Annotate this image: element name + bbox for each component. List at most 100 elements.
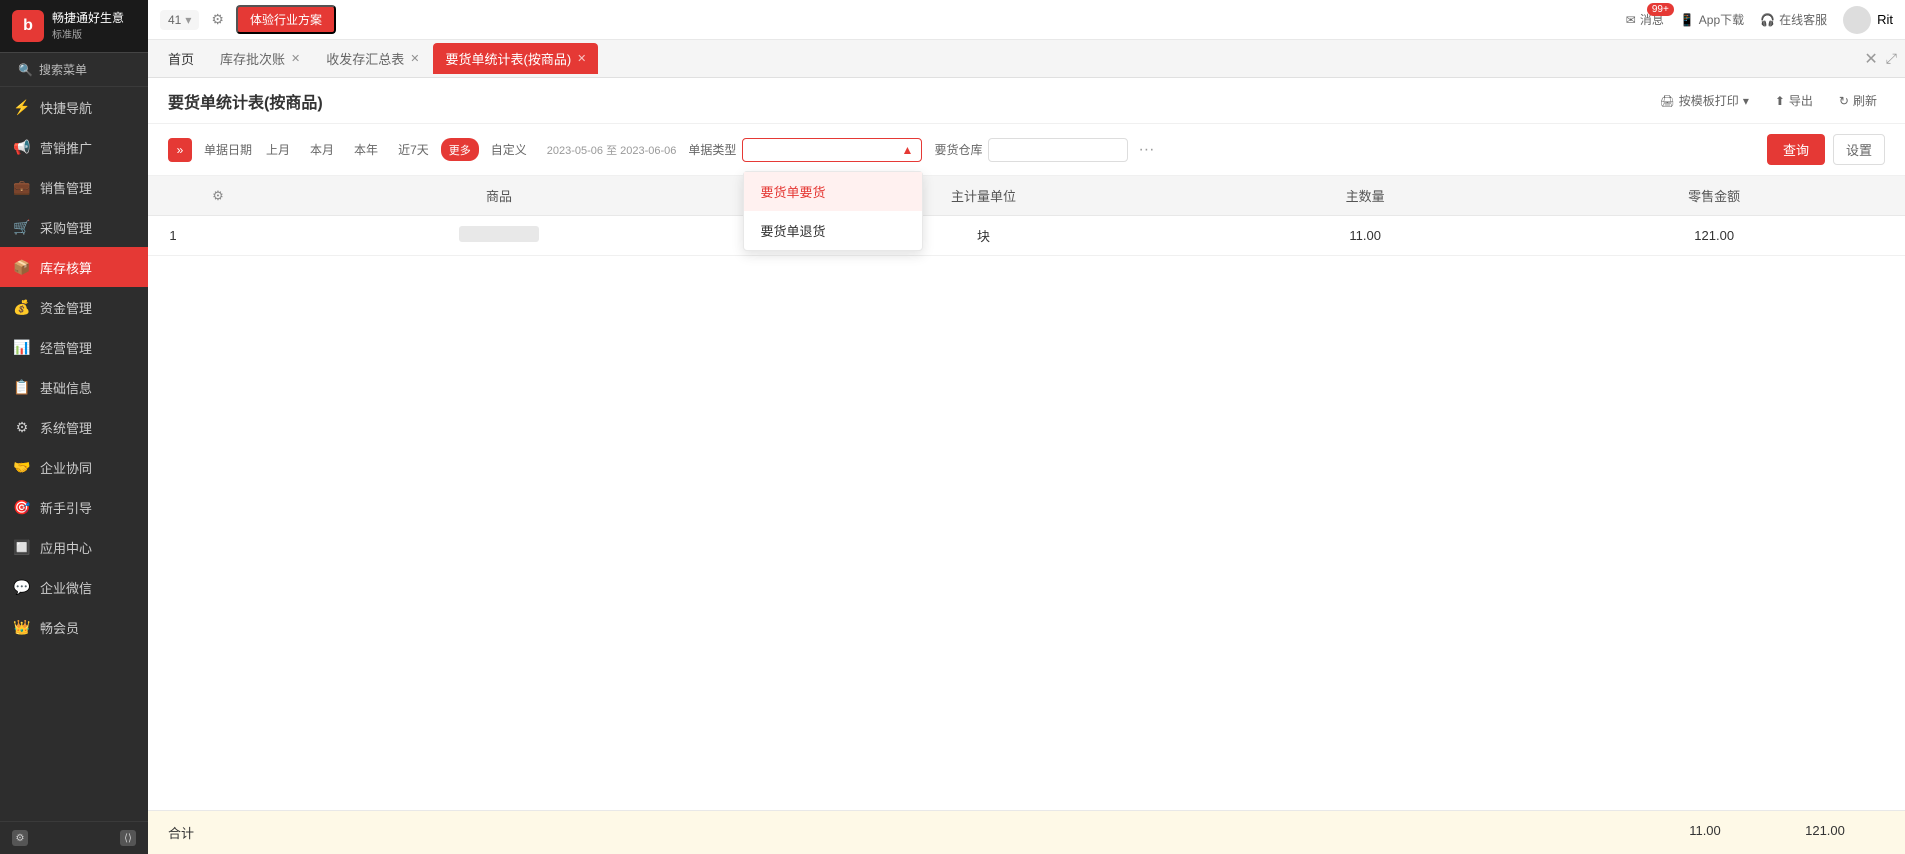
- btn-custom-date[interactable]: 自定义: [483, 138, 535, 161]
- promo-button[interactable]: 体验行业方案: [236, 5, 336, 34]
- finance-icon: 💰: [12, 297, 32, 317]
- page-content: 要货单统计表(按商品) 🖨 按模板打印 ▾ ⬆ 导出 ↻ 刷新 »: [148, 78, 1905, 854]
- product-placeholder: [459, 226, 539, 242]
- sidebar-nav: ⚡ 快捷导航 📢 营销推广 💼 销售管理 🛒 采购管理 📦 库存核算 💰 资金管…: [0, 87, 148, 821]
- sidebar-search[interactable]: 🔍 搜索菜单: [0, 53, 148, 87]
- filter-bar: » 单据日期 上月 本月 本年 近7天 更多 自定义 2023-05-06 至 …: [148, 124, 1905, 176]
- warehouse-dropdown[interactable]: [988, 138, 1128, 162]
- settings-bottom-btn[interactable]: ⚙: [12, 830, 28, 846]
- close-icon[interactable]: ✕: [410, 52, 419, 65]
- main-area: 41 ▾ ⚙ 体验行业方案 ✉ 消息 99+ 📱 App下载 🎧 在线客服 R: [148, 0, 1905, 854]
- col-settings: ⚙: [198, 176, 238, 216]
- tab-receive-summary[interactable]: 收发存汇总表 ✕: [314, 43, 431, 74]
- vip-icon: 👑: [12, 617, 32, 637]
- sales-icon: 💼: [12, 177, 32, 197]
- user-menu[interactable]: Rit: [1843, 6, 1893, 34]
- sidebar-item-vip[interactable]: 👑 畅会员: [0, 607, 148, 647]
- sidebar-item-label: 资金管理: [40, 298, 92, 317]
- sidebar-item-quick-nav[interactable]: ⚡ 快捷导航: [0, 87, 148, 127]
- data-table: ⚙ 商品 主计量单位 主数量 零售金额 1: [148, 176, 1905, 256]
- marketing-icon: 📢: [12, 137, 32, 157]
- tab-inventory-batch[interactable]: 库存批次账 ✕: [208, 43, 312, 74]
- sidebar-item-label: 快捷导航: [40, 98, 92, 117]
- filter-actions: 查询 设置: [1767, 134, 1885, 165]
- btn-this-year[interactable]: 本年: [346, 138, 386, 161]
- dropdown-option-2[interactable]: 要货单退货: [744, 211, 922, 250]
- col-amount: 零售金额: [1523, 176, 1905, 216]
- search-icon: 🔍: [18, 63, 33, 77]
- service-icon: 🎧: [1760, 13, 1775, 27]
- tab-home[interactable]: 首页: [156, 43, 206, 74]
- settings-icon[interactable]: ⚙: [211, 11, 224, 28]
- app-download-btn[interactable]: 📱 App下载: [1680, 11, 1744, 28]
- online-service-btn[interactable]: 🎧 在线客服: [1760, 11, 1827, 28]
- warehouse-label: 要货仓库: [934, 141, 982, 158]
- query-button[interactable]: 查询: [1767, 134, 1825, 165]
- btn-last-month[interactable]: 上月: [258, 138, 298, 161]
- notification-btn[interactable]: ✉ 消息 99+: [1626, 11, 1664, 28]
- cell-amount: 121.00: [1523, 216, 1905, 256]
- type-label: 单据类型: [688, 141, 736, 158]
- sidebar-bottom: ⚙ ⟨⟩: [0, 821, 148, 854]
- sidebar-item-apps[interactable]: 🔲 应用中心: [0, 527, 148, 567]
- purchase-icon: 🛒: [12, 217, 32, 237]
- tabs-bar: 首页 库存批次账 ✕ 收发存汇总表 ✕ 要货单统计表(按商品) ✕ ✕ ⤢: [148, 40, 1905, 78]
- sidebar-item-label: 采购管理: [40, 218, 92, 237]
- btn-more-dates[interactable]: 更多: [441, 138, 479, 161]
- page-actions: 🖨 按模板打印 ▾ ⬆ 导出 ↻ 刷新: [1652, 88, 1885, 113]
- column-settings-icon[interactable]: ⚙: [212, 188, 224, 203]
- sidebar-item-system[interactable]: ⚙ 系统管理: [0, 407, 148, 447]
- type-dropdown[interactable]: ▲ 要货单要货 要货单退货: [742, 138, 922, 162]
- download-icon: 📱: [1680, 13, 1695, 27]
- table-header-row: ⚙ 商品 主计量单位 主数量 零售金额: [148, 176, 1905, 216]
- online-service-label: 在线客服: [1779, 11, 1827, 28]
- warehouse-filter-group: 要货仓库 ···: [934, 138, 1158, 162]
- dropdown-option-1[interactable]: 要货单要货: [744, 172, 922, 211]
- sidebar-item-operations[interactable]: 📊 经营管理: [0, 327, 148, 367]
- company-selector[interactable]: 41 ▾: [160, 10, 199, 30]
- search-label: 搜索菜单: [39, 61, 87, 78]
- close-icon[interactable]: ✕: [577, 52, 586, 65]
- sidebar-item-label: 企业协同: [40, 458, 92, 477]
- sidebar-item-inventory[interactable]: 📦 库存核算: [0, 247, 148, 287]
- expand-icon[interactable]: ⤢: [1886, 50, 1897, 67]
- sidebar-item-guide[interactable]: 🎯 新手引导: [0, 487, 148, 527]
- print-label: 按模板打印: [1679, 92, 1739, 109]
- quick-nav-icon: ⚡: [12, 97, 32, 117]
- close-icon[interactable]: ✕: [291, 52, 300, 65]
- sidebar-logo: b 畅捷通好生意 标准版: [0, 0, 148, 53]
- footer-total-amount: 121.00: [1765, 823, 1885, 842]
- print-btn[interactable]: 🖨 按模板打印 ▾: [1652, 88, 1757, 113]
- cell-settings: [198, 216, 238, 256]
- close-all-icon[interactable]: ✕: [1864, 49, 1877, 69]
- date-label: 单据日期: [204, 141, 252, 158]
- collapse-btn[interactable]: ⟨⟩: [120, 830, 136, 846]
- settings-button[interactable]: 设置: [1833, 134, 1885, 165]
- tab-label: 库存批次账: [220, 49, 285, 68]
- btn-this-month[interactable]: 本月: [302, 138, 342, 161]
- sidebar-item-sales[interactable]: 💼 销售管理: [0, 167, 148, 207]
- user-name: Rit: [1877, 12, 1893, 27]
- sidebar-item-purchase[interactable]: 🛒 采购管理: [0, 207, 148, 247]
- top-header: 41 ▾ ⚙ 体验行业方案 ✉ 消息 99+ 📱 App下载 🎧 在线客服 R: [148, 0, 1905, 40]
- refresh-btn[interactable]: ↻ 刷新: [1831, 88, 1885, 113]
- footer-total-qty: 11.00: [1645, 823, 1765, 842]
- sidebar-item-wechat[interactable]: 💬 企业微信: [0, 567, 148, 607]
- sidebar-item-label: 畅会员: [40, 618, 79, 637]
- footer-label: 合计: [168, 823, 248, 842]
- tab-label: 收发存汇总表: [326, 49, 404, 68]
- guide-icon: 🎯: [12, 497, 32, 517]
- print-icon: 🖨: [1660, 94, 1675, 108]
- warehouse-placeholder: [997, 143, 1000, 157]
- sidebar-item-marketing[interactable]: 📢 营销推广: [0, 127, 148, 167]
- btn-last-7-days[interactable]: 近7天: [390, 138, 437, 161]
- sidebar-item-enterprise[interactable]: 🤝 企业协同: [0, 447, 148, 487]
- notification-badge: 99+: [1647, 3, 1674, 16]
- sidebar-item-basics[interactable]: 📋 基础信息: [0, 367, 148, 407]
- tab-order-stats[interactable]: 要货单统计表(按商品) ✕: [433, 43, 598, 74]
- filter-more-btn[interactable]: ···: [1134, 141, 1158, 159]
- filter-expand-btn[interactable]: »: [168, 138, 192, 162]
- tab-home-label: 首页: [168, 49, 194, 68]
- sidebar-item-finance[interactable]: 💰 资金管理: [0, 287, 148, 327]
- export-btn[interactable]: ⬆ 导出: [1767, 88, 1821, 113]
